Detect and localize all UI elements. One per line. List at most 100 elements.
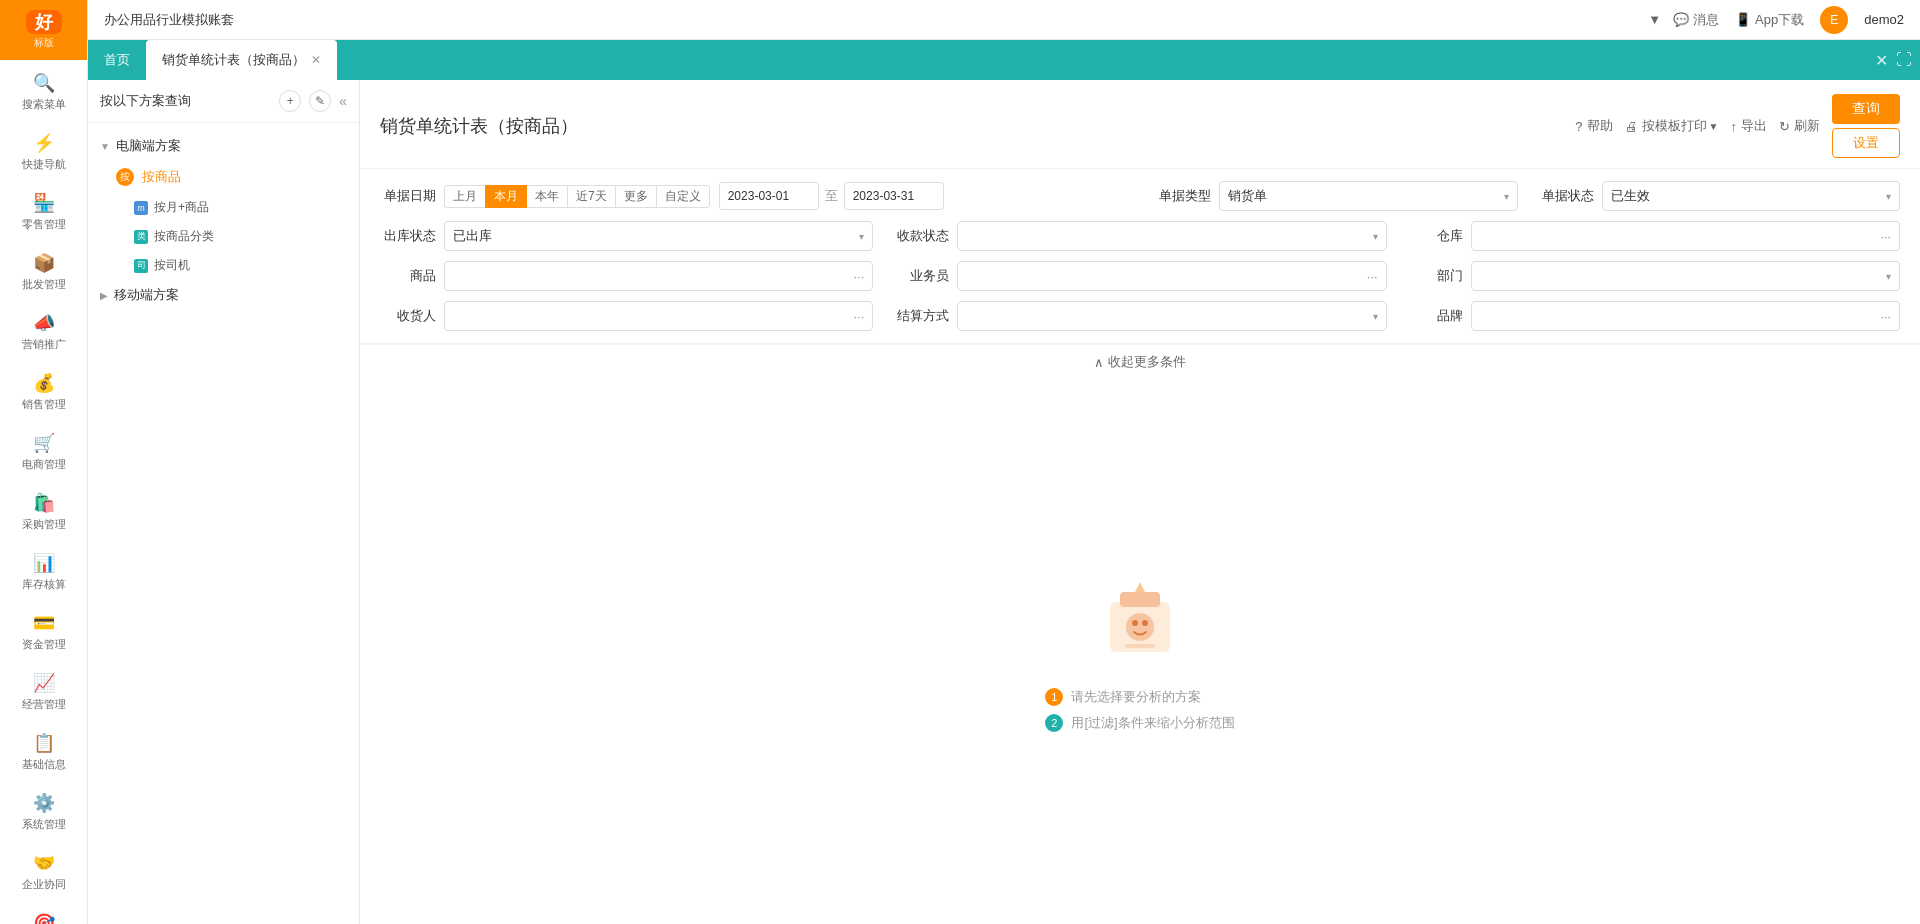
topbar-right: 💬 消息 📱 App下载 E demo2 — [1673, 6, 1904, 34]
page-title: 销货单统计表（按商品） — [380, 114, 578, 138]
refresh-button[interactable]: ↻ 刷新 — [1779, 117, 1820, 135]
receiver-input[interactable]: ··· — [444, 301, 873, 331]
app-download-button[interactable]: 📱 App下载 — [1735, 11, 1804, 29]
date-field: 单据日期 上月 本月 本年 近7天 更多 自定义 — [380, 182, 1135, 210]
sidebar-item-wholesale[interactable]: 📦 批发管理 — [0, 240, 87, 300]
pc-scheme-group-header[interactable]: ▼ 电脑端方案 — [88, 131, 359, 161]
sub-label-category: 按商品分类 — [154, 228, 214, 245]
collapse-more-button[interactable]: ∧ 收起更多条件 — [360, 344, 1920, 379]
date-tabs: 上月 本月 本年 近7天 更多 自定义 — [444, 185, 709, 208]
sub-icon-cashier: 司 — [134, 259, 148, 273]
tab-minimize-icon[interactable]: ✕ — [1875, 51, 1888, 70]
recv-field: 收款状态 ▾ — [873, 221, 1386, 251]
collapse-arrow-icon: ∧ — [1094, 355, 1104, 370]
scheme-item-by-goods[interactable]: 按 按商品 — [88, 161, 359, 193]
brand-label: 品牌 — [1407, 307, 1463, 325]
sidebar-item-retail[interactable]: 🏪 零售管理 — [0, 180, 87, 240]
sidebar-item-quick[interactable]: ⚡ 快捷导航 — [0, 120, 87, 180]
receiver-field: 收货人 ··· — [380, 301, 873, 331]
sidebar-item-corp[interactable]: 🤝 企业协同 — [0, 840, 87, 900]
date-to-input[interactable]: 2023-03-31 — [844, 182, 944, 210]
brand-field: 品牌 ··· — [1387, 301, 1900, 331]
out-dropdown[interactable]: 已出库 ▾ — [444, 221, 873, 251]
topbar-dropdown[interactable]: ▼ — [1648, 12, 1661, 27]
goods-dots-icon[interactable]: ··· — [853, 269, 864, 284]
sidebar-item-search[interactable]: 🔍 搜索菜单 — [0, 60, 87, 120]
brand-dots-icon[interactable]: ··· — [1880, 309, 1891, 324]
tab-maximize-icon[interactable]: ⛶ — [1896, 51, 1912, 69]
edit-scheme-button[interactable]: ✎ — [309, 90, 331, 112]
date-label: 单据日期 — [380, 187, 436, 205]
warehouse-label: 仓库 — [1407, 227, 1463, 245]
tab-report[interactable]: 销货单统计表（按商品） ✕ — [146, 40, 337, 80]
sidebar-icon-sales: 💰 — [33, 372, 55, 394]
scheme-item-by-cashier[interactable]: 司 按司机 — [88, 251, 359, 280]
pc-group-label: 电脑端方案 — [116, 137, 181, 155]
type-dropdown[interactable]: 销货单 ▾ — [1219, 181, 1517, 211]
empty-tips: 1 请先选择要分析的方案 2 用[过滤]条件来缩小分析范围 — [1045, 688, 1234, 732]
sidebar-item-stock[interactable]: 📊 库存核算 — [0, 540, 87, 600]
add-scheme-button[interactable]: + — [279, 90, 301, 112]
tab-home[interactable]: 首页 — [88, 40, 146, 80]
date-tab-this-month[interactable]: 本月 — [485, 185, 527, 208]
tab-close-icon[interactable]: ✕ — [311, 53, 321, 67]
receiver-dots-icon[interactable]: ··· — [853, 309, 864, 324]
date-tab-custom[interactable]: 自定义 — [656, 185, 710, 208]
svg-point-3 — [1132, 620, 1138, 626]
help-button[interactable]: ? 帮助 — [1575, 117, 1612, 135]
sidebar-item-ecom[interactable]: 🛒 电商管理 — [0, 420, 87, 480]
date-tab-more[interactable]: 更多 — [615, 185, 657, 208]
scheme-item-by-month-goods[interactable]: m 按月+商品 — [88, 193, 359, 222]
date-tab-this-year[interactable]: 本年 — [526, 185, 568, 208]
sidebar-item-newbie[interactable]: 🎯 新手引导 — [0, 900, 87, 924]
left-panel-body: ▼ 电脑端方案 按 按商品 m 按月+商品 类 按商品分类 — [88, 123, 359, 924]
sidebar-menu: 🔍 搜索菜单 ⚡ 快捷导航 🏪 零售管理 📦 批发管理 📣 营销推广 💰 销售管… — [0, 60, 87, 924]
warehouse-dots-icon[interactable]: ··· — [1880, 229, 1891, 244]
salesman-dots-icon[interactable]: ··· — [1367, 269, 1378, 284]
sidebar-item-finance[interactable]: 💳 资金管理 — [0, 600, 87, 660]
filter-row-3: 商品 ··· 业务员 ··· 部门 — [380, 261, 1900, 291]
page-header: 销货单统计表（按商品） ? 帮助 🖨 按模板打印 ▼ ↑ — [360, 80, 1920, 169]
collapse-panel-button[interactable]: « — [339, 93, 347, 109]
sidebar-icon-purchase: 🛍️ — [33, 492, 55, 514]
sidebar-item-sales[interactable]: 💰 销售管理 — [0, 360, 87, 420]
logo-text: 标版 — [34, 36, 54, 50]
warehouse-input[interactable]: ··· — [1471, 221, 1900, 251]
query-button[interactable]: 查询 — [1832, 94, 1900, 124]
dept-dropdown[interactable]: ▾ — [1471, 261, 1900, 291]
print-dropdown-icon[interactable]: ▼ — [1709, 121, 1719, 132]
print-button[interactable]: 🖨 按模板打印 — [1625, 117, 1707, 135]
status-dropdown[interactable]: 已生效 ▾ — [1602, 181, 1900, 211]
sidebar-item-base[interactable]: 📋 基础信息 — [0, 720, 87, 780]
settings-button[interactable]: 设置 — [1832, 128, 1900, 158]
filter-row-1: 单据日期 上月 本月 本年 近7天 更多 自定义 — [380, 181, 1900, 211]
sidebar-item-ops[interactable]: 📈 经营管理 — [0, 660, 87, 720]
logo[interactable]: 好 标版 — [0, 0, 87, 60]
date-tab-last-month[interactable]: 上月 — [444, 185, 486, 208]
tip-num-1: 1 — [1045, 688, 1063, 706]
user-avatar[interactable]: E — [1820, 6, 1848, 34]
mobile-scheme-group-header[interactable]: ▶ 移动端方案 — [88, 280, 359, 310]
sidebar-item-system[interactable]: ⚙️ 系统管理 — [0, 780, 87, 840]
goods-input[interactable]: ··· — [444, 261, 873, 291]
date-from-input[interactable]: 2023-03-01 — [719, 182, 819, 210]
sidebar-item-purchase[interactable]: 🛍️ 采购管理 — [0, 480, 87, 540]
sidebar-label-sales: 销售管理 — [22, 397, 66, 412]
salesman-input[interactable]: ··· — [957, 261, 1386, 291]
left-panel-title: 按以下方案查询 — [100, 92, 191, 110]
plus-icon: + — [287, 94, 294, 108]
payment-dropdown[interactable]: ▾ — [957, 301, 1386, 331]
date-tab-7days[interactable]: 近7天 — [567, 185, 616, 208]
export-button[interactable]: ↑ 导出 — [1731, 117, 1768, 135]
sidebar-icon-base: 📋 — [33, 732, 55, 754]
main: 办公用品行业模拟账套 ▼ 💬 消息 📱 App下载 E demo2 首页 销货单… — [88, 0, 1920, 924]
brand-input[interactable]: ··· — [1471, 301, 1900, 331]
filter-area: 单据日期 上月 本月 本年 近7天 更多 自定义 — [360, 169, 1920, 344]
recv-dropdown[interactable]: ▾ — [957, 221, 1386, 251]
sidebar-label-stock: 库存核算 — [22, 577, 66, 592]
sidebar-icon-stock: 📊 — [33, 552, 55, 574]
sidebar-item-marketing[interactable]: 📣 营销推广 — [0, 300, 87, 360]
scheme-item-by-category[interactable]: 类 按商品分类 — [88, 222, 359, 251]
message-button[interactable]: 💬 消息 — [1673, 11, 1719, 29]
dept-field: 部门 ▾ — [1387, 261, 1900, 291]
